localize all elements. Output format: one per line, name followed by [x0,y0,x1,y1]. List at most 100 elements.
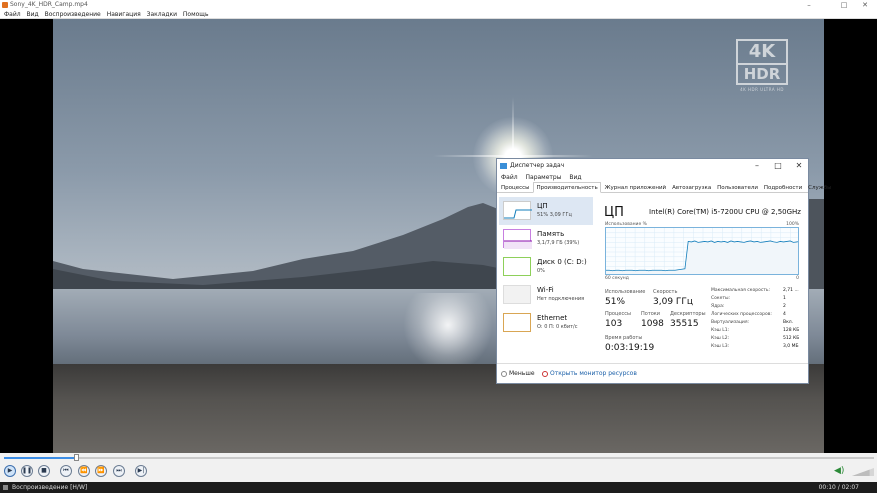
seek-handle[interactable] [74,454,79,461]
detail-row: Кэш L1: 128 КБ [711,328,801,333]
handles-value: 35515 [670,319,699,329]
seek-track[interactable] [4,457,874,459]
tm-menu-file[interactable]: Файл [501,174,518,181]
chevron-up-icon [501,370,507,377]
disk-thumbnail [503,257,531,276]
menu-playback[interactable]: Воспроизведение [45,11,101,18]
tab-processes[interactable]: Процессы [499,183,532,194]
detail-key: Виртуализация: [711,320,750,325]
tab-services[interactable]: Службы [806,183,833,194]
cpu-graph-svg [606,228,798,274]
app-icon [2,2,8,8]
playback-time: 00:10 / 02:07 [818,484,859,491]
detail-key: Ядра: [711,304,725,309]
badge-sub: 4K HDR ULTRA HD [740,87,784,92]
seek-bar[interactable] [0,453,877,462]
open-resource-monitor-link[interactable]: Открыть монитор ресурсов [542,370,637,377]
resource-list: ЦП 51% 3,09 ГГц Память 3,1/7,9 ГБ (39%) … [499,197,593,343]
menu-view[interactable]: Вид [27,11,39,18]
play-button[interactable]: ▶ [4,465,16,477]
detail-key: Кэш L3: [711,344,730,349]
resource-cpu[interactable]: ЦП 51% 3,09 ГГц [499,197,593,225]
processes-label: Процессы [605,311,631,317]
detail-value: 3,0 МБ [783,344,799,349]
volume-slider[interactable] [852,468,874,476]
close-button[interactable]: ✕ [853,0,877,10]
tab-users[interactable]: Пользователи [715,183,760,194]
detail-row: Кэш L3: 3,0 МБ [711,344,801,349]
menu-help[interactable]: Помощь [183,11,209,18]
usage-value: 51% [605,297,626,307]
resource-name: Ethernet [537,314,568,322]
resource-ethernet[interactable]: Ethernet О: 0 П: 0 кбит/с [499,309,593,337]
tab-details[interactable]: Подробности [762,183,804,194]
task-manager-titlebar: Диспетчер задач – □ ✕ [497,159,808,173]
usage-label: Использование [605,289,646,295]
detail-key: Кэш L2: [711,336,730,341]
detail-value: 2 [783,304,786,309]
tab-app-history[interactable]: Журнал приложений [603,183,669,194]
resource-sub: 51% 3,09 ГГц [537,212,572,218]
tm-menu-bar: Файл Параметры Вид [497,173,808,182]
tm-tabs: Процессы Производительность Журнал прило… [497,182,831,194]
speaker-icon[interactable]: ◀) [834,466,846,476]
detail-row: Ядра: 2 [711,304,801,309]
tm-minimize-button[interactable]: – [747,159,767,173]
detail-value: Вкл. [783,320,794,325]
fast-forward-button[interactable]: ⏩ [95,465,107,477]
stop-button[interactable]: ■ [38,465,50,477]
tm-menu-view[interactable]: Вид [569,174,581,181]
resource-memory[interactable]: Память 3,1/7,9 ГБ (39%) [499,225,593,253]
uptime-label: Время работы [605,335,643,341]
resource-monitor-label: Открыть монитор ресурсов [550,370,637,377]
resource-name: ЦП [537,202,548,210]
handles-label: Дескрипторы [670,311,706,317]
pause-button[interactable]: ❚❚ [21,465,33,477]
rewind-button[interactable]: ⏪ [78,465,90,477]
detail-row: Логических процессоров: 4 [711,312,801,317]
task-manager-window[interactable]: Диспетчер задач – □ ✕ Файл Параметры Вид… [496,158,831,384]
resource-wifi[interactable]: Wi-Fi Нет подключения [499,281,593,309]
tm-maximize-button[interactable]: □ [768,159,788,173]
cpu-thumbnail [503,201,532,220]
threads-label: Потоки [641,311,661,317]
tm-menu-options[interactable]: Параметры [526,174,562,181]
detail-key: Максимальная скорость: [711,288,771,293]
frame-step-button[interactable]: ▶| [135,465,147,477]
graph-span: 60 секунд [605,276,629,281]
menu-favorites[interactable]: Закладки [147,11,177,18]
cpu-panel: ЦП Intel(R) Core(TM) i5-7200U CPU @ 2,50… [601,197,807,372]
detail-value: 2,71 ... [783,288,799,293]
resource-name: Диск 0 (C: D:) [537,258,587,266]
detail-row: Сокеты: 1 [711,296,801,301]
memory-thumbnail [503,229,532,249]
menu-file[interactable]: Файл [4,11,21,18]
cpu-usage-graph [605,227,799,275]
detail-value: 4 [783,312,786,317]
next-button[interactable]: ⏭ [113,465,125,477]
detail-row: Виртуализация: Вкл. [711,320,801,325]
resource-sub: 0% [537,268,545,274]
fewer-details-button[interactable]: Меньше [501,370,535,377]
player-controls: ▶ ❚❚ ■ ⏮ ⏪ ⏩ ⏭ ▶| ◀) [0,462,877,482]
playback-status: Воспроизведение [H/W] [12,484,88,491]
minimize-button[interactable]: – [797,0,821,10]
task-manager-footer: Меньше Открыть монитор ресурсов [497,363,808,383]
graph-min: 0 [796,276,799,281]
tab-performance[interactable]: Производительность [533,182,601,193]
speed-value: 3,09 ГГц [653,297,694,307]
previous-button[interactable]: ⏮ [60,465,72,477]
detail-value: 128 КБ [783,328,800,333]
speed-label: Скорость [653,289,678,295]
cpu-model: Intel(R) Core(TM) i5-7200U CPU @ 2,50GHz [649,208,801,216]
threads-value: 1098 [641,319,664,329]
resource-name: Память [537,230,565,238]
resource-disk[interactable]: Диск 0 (C: D:) 0% [499,253,593,281]
badge-4k: 4K [736,39,788,63]
tm-close-button[interactable]: ✕ [789,159,809,173]
ethernet-thumbnail [503,313,531,332]
tab-startup[interactable]: Автозагрузка [670,183,713,194]
uptime-value: 0:03:19:19 [605,343,655,353]
menu-navigate[interactable]: Навигация [107,11,141,18]
menu-bar: Файл Вид Воспроизведение Навигация Закла… [0,10,877,19]
